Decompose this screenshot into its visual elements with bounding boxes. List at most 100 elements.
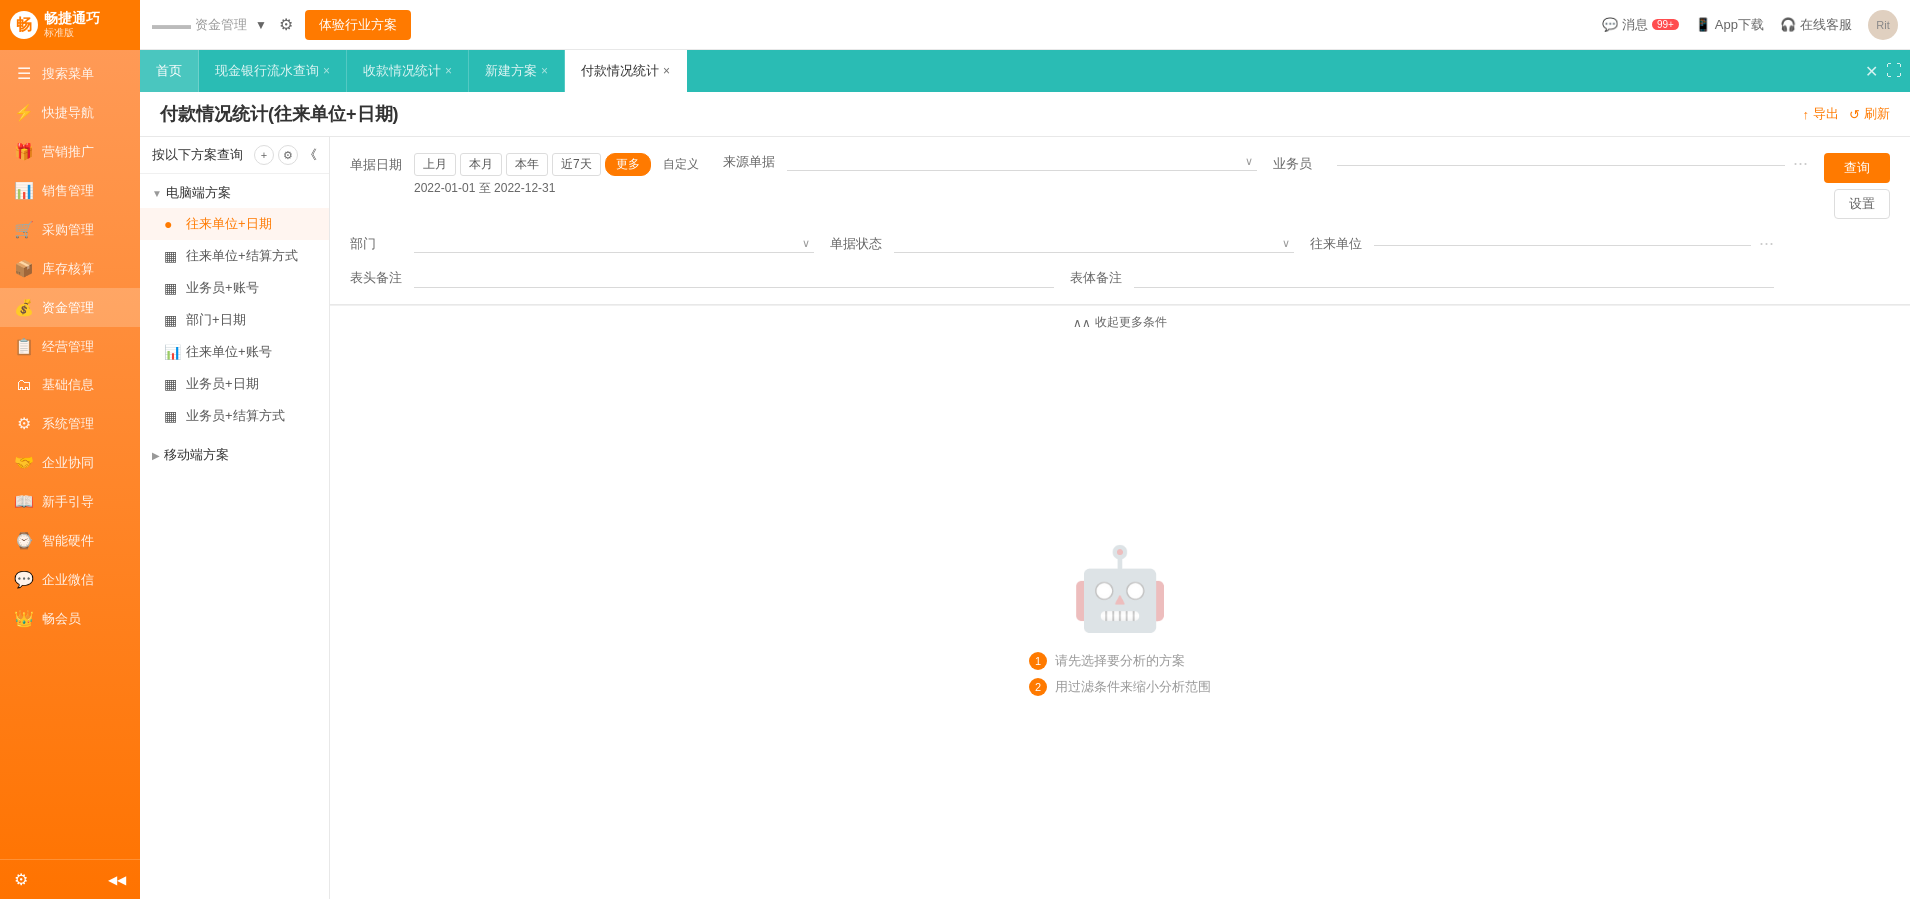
- sidebar-item-search[interactable]: ☰ 搜索菜单: [0, 54, 140, 93]
- sidebar-item-system[interactable]: ⚙ 系统管理: [0, 404, 140, 443]
- settings-icon[interactable]: ⚙: [14, 870, 28, 889]
- date-label: 单据日期: [350, 156, 406, 174]
- tab-receipt-close[interactable]: ×: [445, 64, 452, 78]
- app-download-action[interactable]: 📱 App下载: [1695, 16, 1764, 34]
- scheme-item-dept-date[interactable]: ▦ 部门+日期: [140, 304, 329, 336]
- empty-hint-1: 1 请先选择要分析的方案: [1029, 652, 1211, 670]
- scheme-group-desktop-header[interactable]: ▼ 电脑端方案: [140, 178, 329, 208]
- scheme-item-unit-settle[interactable]: ▦ 往来单位+结算方式: [140, 240, 329, 272]
- query-btn[interactable]: 查询: [1824, 153, 1890, 183]
- online-service-action[interactable]: 🎧 在线客服: [1780, 16, 1852, 34]
- date-custom[interactable]: 自定义: [655, 154, 707, 175]
- status-dropdown[interactable]: ∨: [894, 235, 1294, 253]
- date-this-year[interactable]: 本年: [506, 153, 548, 176]
- date-last-7days[interactable]: 近7天: [552, 153, 601, 176]
- scheme-item-staff-date[interactable]: ▦ 业务员+日期: [140, 368, 329, 400]
- sidebar-item-label: 畅会员: [42, 610, 81, 628]
- sidebar-item-member[interactable]: 👑 畅会员: [0, 599, 140, 638]
- sidebar-item-finance[interactable]: 💰 资金管理: [0, 288, 140, 327]
- tab-home[interactable]: 首页: [140, 50, 199, 92]
- scheme-table-icon: ▦: [164, 248, 180, 264]
- sidebar-item-wechat[interactable]: 💬 企业微信: [0, 560, 140, 599]
- empty-state: 🤖 1 请先选择要分析的方案 2 用过滤条件来缩小分析范围: [330, 339, 1910, 899]
- scheme-item-unit-date[interactable]: ● 往来单位+日期: [140, 208, 329, 240]
- filter-section: 单据日期 上月 本月 本年 近7天 更多 自定义: [330, 137, 1910, 305]
- scheme-item-label: 往来单位+账号: [186, 343, 272, 361]
- scheme-item-staff-account[interactable]: ▦ 业务员+账号: [140, 272, 329, 304]
- collapse-bar[interactable]: ∧∧ 收起更多条件: [330, 305, 1910, 339]
- status-dropdown-arrow: ∨: [1282, 237, 1290, 250]
- scheme-settings-btn[interactable]: ⚙: [278, 145, 298, 165]
- sidebar-item-label: 企业协同: [42, 454, 94, 472]
- enterprise-icon: 🤝: [14, 453, 34, 472]
- page-header-actions: ↑ 导出 ↺ 刷新: [1803, 105, 1891, 123]
- message-badge: 99+: [1652, 19, 1679, 30]
- scheme-group-mobile-header[interactable]: ▶ 移动端方案: [140, 440, 329, 470]
- page-body: 按以下方案查询 + ⚙ 《 ▼ 电脑端方案 ● 往来单位+日期: [140, 137, 1910, 899]
- query-settings-group: 查询 设置: [1824, 153, 1890, 219]
- tab-receipt[interactable]: 收款情况统计 ×: [347, 50, 469, 92]
- topbar-dropdown-icon[interactable]: ▼: [255, 18, 267, 32]
- body-note-input[interactable]: [1138, 270, 1770, 285]
- staff-dots[interactable]: ···: [1793, 153, 1808, 174]
- sidebar-item-label: 系统管理: [42, 415, 94, 433]
- tabbar: 首页 现金银行流水查询 × 收款情况统计 × 新建方案 × 付款情况统计 × ✕…: [140, 50, 1910, 92]
- sidebar-item-sales[interactable]: 📊 销售管理: [0, 171, 140, 210]
- sidebar-item-hardware[interactable]: ⌚ 智能硬件: [0, 521, 140, 560]
- topbar-gear-icon[interactable]: ⚙: [279, 15, 293, 34]
- export-btn[interactable]: ↑ 导出: [1803, 105, 1840, 123]
- scheme-collapse-btn[interactable]: 《: [304, 146, 317, 164]
- sidebar-item-basic[interactable]: 🗂 基础信息: [0, 366, 140, 404]
- date-last-month[interactable]: 上月: [414, 153, 456, 176]
- trial-btn[interactable]: 体验行业方案: [305, 10, 411, 40]
- sidebar-item-newguide[interactable]: 📖 新手引导: [0, 482, 140, 521]
- arrow-right-icon: ▶: [152, 450, 160, 461]
- head-note-input-wrap: [414, 268, 1054, 288]
- tab-cashflow[interactable]: 现金银行流水查询 ×: [199, 50, 347, 92]
- date-more[interactable]: 更多: [605, 153, 651, 176]
- tab-home-label: 首页: [156, 62, 182, 80]
- sidebar-item-quicknav[interactable]: ⚡ 快捷导航: [0, 93, 140, 132]
- collapse-up-icon: ∧∧: [1073, 316, 1091, 330]
- head-note-input[interactable]: [418, 270, 1050, 285]
- topbar: ▬▬▬ 资金管理 ▼ ⚙ 体验行业方案 💬 消息 99+ 📱 App下载 🎧 在…: [140, 0, 1910, 50]
- partner-dropdown[interactable]: [1374, 241, 1751, 246]
- sidebar-item-enterprise[interactable]: 🤝 企业协同: [0, 443, 140, 482]
- sidebar-item-label: 智能硬件: [42, 532, 94, 550]
- message-action[interactable]: 💬 消息 99+: [1602, 16, 1679, 34]
- scheme-table-icon5: ▦: [164, 408, 180, 424]
- tab-cashflow-close[interactable]: ×: [323, 64, 330, 78]
- source-dropdown[interactable]: ∨: [787, 153, 1258, 171]
- sidebar-item-operation[interactable]: 📋 经营管理: [0, 327, 140, 366]
- scheme-table-icon2: ▦: [164, 280, 180, 296]
- staff-dropdown[interactable]: [1337, 161, 1785, 166]
- sidebar-item-label: 企业微信: [42, 571, 94, 589]
- close-all-tabs-icon[interactable]: ✕: [1865, 62, 1878, 81]
- scheme-item-staff-settle[interactable]: ▦ 业务员+结算方式: [140, 400, 329, 432]
- scheme-table-icon4: ▦: [164, 376, 180, 392]
- refresh-btn[interactable]: ↺ 刷新: [1849, 105, 1890, 123]
- dept-dropdown[interactable]: ∨: [414, 235, 814, 253]
- source-label: 来源单据: [723, 153, 779, 171]
- collapse-sidebar-icon[interactable]: ◀◀: [108, 873, 126, 887]
- main-area: ▬▬▬ 资金管理 ▼ ⚙ 体验行业方案 💬 消息 99+ 📱 App下载 🎧 在…: [140, 0, 1910, 899]
- expand-tab-icon[interactable]: ⛶: [1886, 62, 1902, 80]
- tab-payment[interactable]: 付款情况统计 ×: [565, 50, 687, 92]
- add-scheme-btn[interactable]: +: [254, 145, 274, 165]
- scheme-item-unit-account[interactable]: 📊 往来单位+账号: [140, 336, 329, 368]
- partner-dots[interactable]: ···: [1759, 233, 1774, 254]
- export-icon: ↑: [1803, 107, 1810, 122]
- tab-newscheme[interactable]: 新建方案 ×: [469, 50, 565, 92]
- tab-payment-close[interactable]: ×: [663, 64, 670, 78]
- sidebar-item-inventory[interactable]: 📦 库存核算: [0, 249, 140, 288]
- empty-hints: 1 请先选择要分析的方案 2 用过滤条件来缩小分析范围: [1029, 652, 1211, 696]
- sidebar-item-marketing[interactable]: 🎁 营销推广: [0, 132, 140, 171]
- source-dropdown-arrow: ∨: [1245, 155, 1253, 168]
- date-this-month[interactable]: 本月: [460, 153, 502, 176]
- avatar[interactable]: Rit: [1868, 10, 1898, 40]
- filter-settings-btn[interactable]: 设置: [1834, 189, 1890, 219]
- tab-newscheme-close[interactable]: ×: [541, 64, 548, 78]
- sidebar-item-purchase[interactable]: 🛒 采购管理: [0, 210, 140, 249]
- status-label: 单据状态: [830, 235, 886, 253]
- search-menu-icon: ☰: [14, 64, 34, 83]
